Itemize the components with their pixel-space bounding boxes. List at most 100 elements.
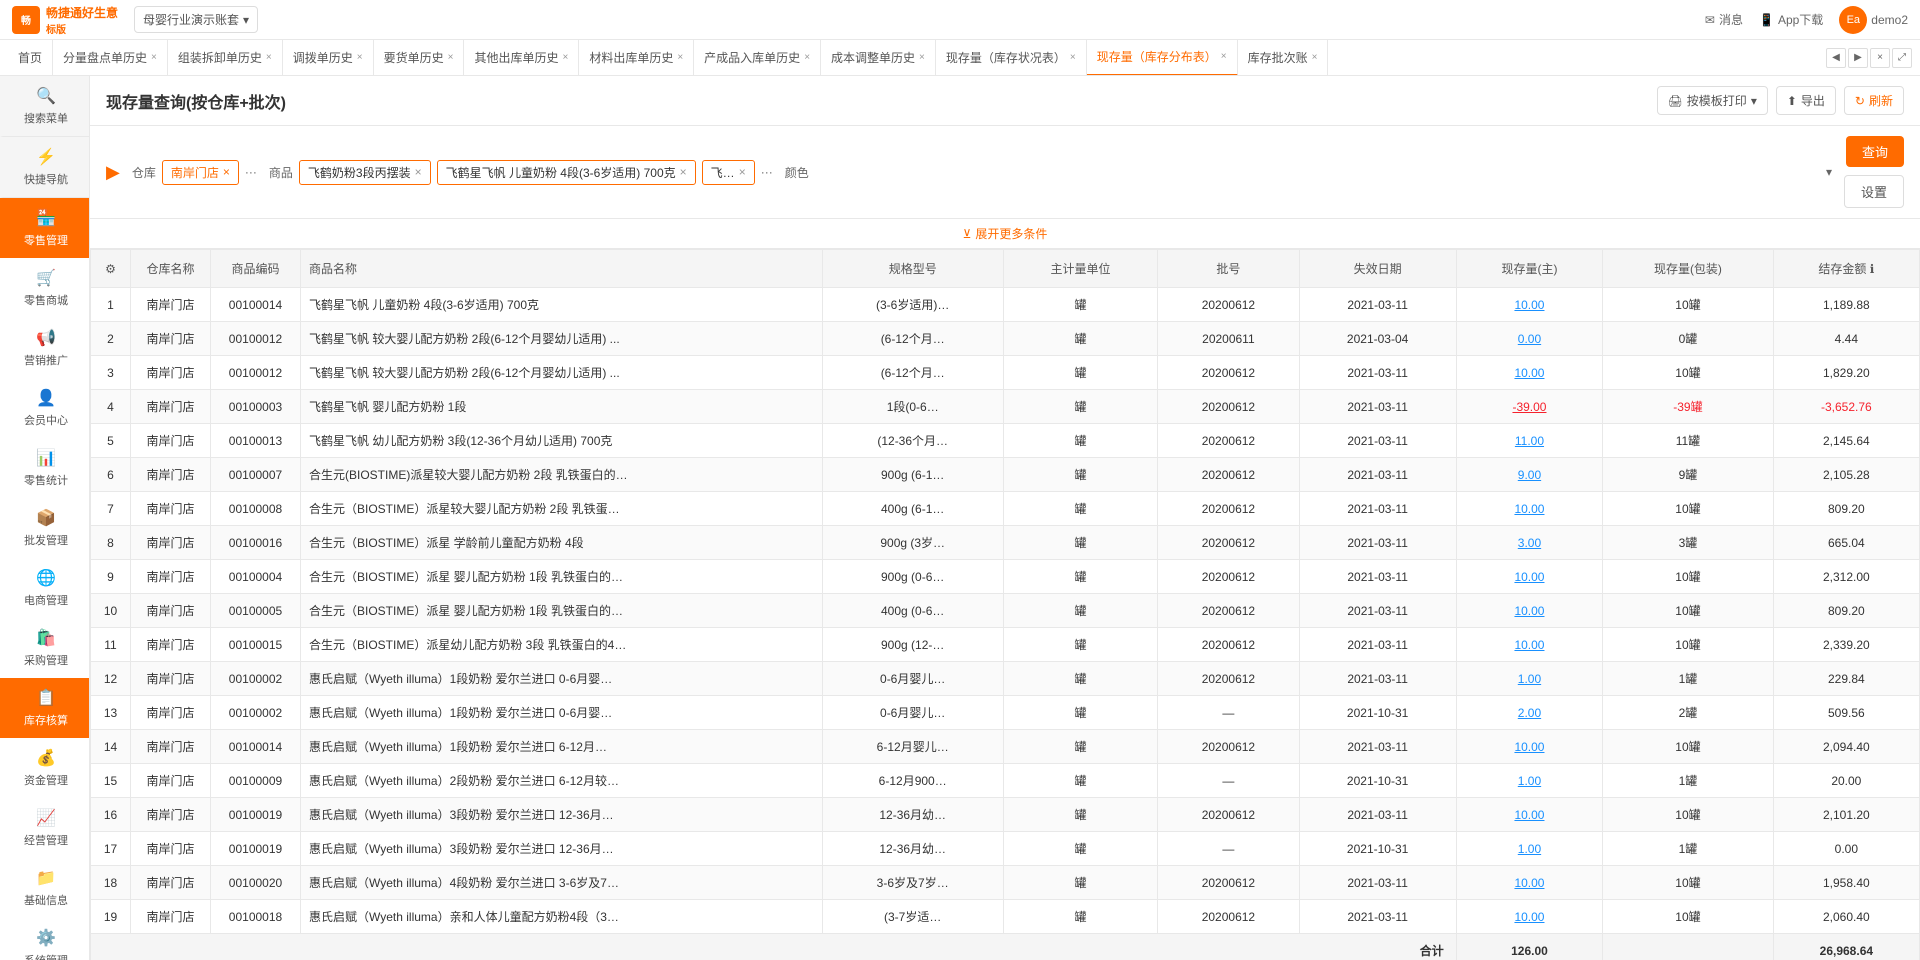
cell-batch: 20200611 — [1158, 322, 1299, 356]
cell-spec: (3-7岁适… — [822, 900, 1003, 934]
sidebar-item-retail-mall[interactable]: 🛒 零售商城 — [0, 258, 89, 318]
tab-partial-stock[interactable]: 分量盘点单历史 × — [53, 40, 168, 76]
sidebar-item-search[interactable]: 🔍 搜索菜单 — [0, 76, 89, 137]
cell-stock-main[interactable]: 10.00 — [1456, 798, 1602, 832]
cell-stock-main[interactable]: 10.00 — [1456, 730, 1602, 764]
tab-material-out[interactable]: 材料出库单历史 × — [579, 40, 694, 76]
tab-stock-dist[interactable]: 现存量（库存分布表） × — [1087, 40, 1238, 76]
sidebar-item-label: 基础信息 — [24, 892, 68, 908]
cell-stock-pkg: -39罐 — [1603, 390, 1774, 424]
ecommerce-icon: 🌐 — [36, 568, 56, 588]
tab-cost-adjust[interactable]: 成本调整单历史 × — [821, 40, 936, 76]
tab-fullscreen-btn[interactable]: ⤢ — [1892, 48, 1912, 68]
color-expand-icon[interactable]: ▾ — [1826, 165, 1832, 179]
sidebar-item-purchase[interactable]: 🛍️ 采购管理 — [0, 618, 89, 678]
tab-product-in[interactable]: 产成品入库单历史 × — [694, 40, 821, 76]
tab-other-out[interactable]: 其他出库单历史 × — [464, 40, 579, 76]
close-icon[interactable]: × — [562, 52, 568, 63]
col-header-settings[interactable]: ⚙ — [91, 250, 131, 288]
cell-stock-main[interactable]: 10.00 — [1456, 594, 1602, 628]
filter-expand-toggle[interactable]: ▶ — [106, 162, 120, 183]
close-icon[interactable]: × — [357, 52, 363, 63]
cell-warehouse: 南岸门店 — [131, 900, 211, 934]
template-print-btn[interactable]: 🖨 按模板打印 ▾ — [1657, 86, 1768, 115]
cell-batch: 20200612 — [1158, 628, 1299, 662]
sidebar-item-basic[interactable]: 📁 基础信息 — [0, 858, 89, 918]
cell-stock-main[interactable]: 1.00 — [1456, 662, 1602, 696]
cell-stock-main[interactable]: 10.00 — [1456, 288, 1602, 322]
tab-requisition[interactable]: 要货单历史 × — [374, 40, 465, 76]
tab-unpack[interactable]: 组装拆卸单历史 × — [168, 40, 283, 76]
cell-stock-main[interactable]: 10.00 — [1456, 866, 1602, 900]
cell-spec: 900g (3岁… — [822, 526, 1003, 560]
store-select[interactable]: 母婴行业演示账套 ▾ — [134, 6, 258, 33]
refresh-btn[interactable]: ↻ 刷新 — [1844, 86, 1904, 115]
cell-stock-main[interactable]: 9.00 — [1456, 458, 1602, 492]
user-area[interactable]: Ea demo2 — [1839, 6, 1908, 34]
tab-close-btn[interactable]: × — [1870, 48, 1890, 68]
expand-arrow-icon[interactable]: ▶ — [106, 162, 120, 183]
sidebar-item-finance[interactable]: 💰 资金管理 — [0, 738, 89, 798]
product-tag-extra[interactable]: 飞… × — [702, 160, 755, 185]
cell-unit: 罐 — [1003, 526, 1157, 560]
export-btn[interactable]: ⬆ 导出 — [1776, 86, 1836, 115]
tab-home[interactable]: 首页 — [8, 40, 53, 76]
sidebar-item-system[interactable]: ⚙️ 系统管理 — [0, 918, 89, 960]
sidebar-item-quicknav[interactable]: ⚡ 快捷导航 — [0, 137, 89, 198]
tab-adjust[interactable]: 调拨单历史 × — [283, 40, 374, 76]
close-icon[interactable]: × — [1070, 52, 1076, 63]
tab-next-btn[interactable]: ▶ — [1848, 48, 1868, 68]
cell-stock-main[interactable]: 2.00 — [1456, 696, 1602, 730]
sidebar-item-inventory[interactable]: 📋 库存核算 — [0, 678, 89, 738]
cell-warehouse: 南岸门店 — [131, 458, 211, 492]
expand-btn[interactable]: ⊻ 展开更多条件 — [963, 225, 1048, 242]
sidebar-item-ecommerce[interactable]: 🌐 电商管理 — [0, 558, 89, 618]
color-label: 颜色 — [785, 164, 809, 181]
cell-stock-main[interactable]: 10.00 — [1456, 900, 1602, 934]
warehouse-more-icon[interactable]: ··· — [245, 165, 257, 179]
cell-stock-main[interactable]: -39.00 — [1456, 390, 1602, 424]
tab-stock-status[interactable]: 现存量（库存状况表） × — [936, 40, 1087, 76]
close-icon[interactable]: × — [1312, 52, 1318, 63]
sidebar-item-retail-stats[interactable]: 📊 零售统计 — [0, 438, 89, 498]
sidebar-item-member[interactable]: 👤 会员中心 — [0, 378, 89, 438]
sidebar-item-wholesale[interactable]: 📦 批发管理 — [0, 498, 89, 558]
close-icon[interactable]: × — [448, 52, 454, 63]
cell-stock-main[interactable]: 10.00 — [1456, 356, 1602, 390]
sidebar-item-operation[interactable]: 📈 经营管理 — [0, 798, 89, 858]
app-download-btn[interactable]: 📱 App下载 — [1759, 11, 1823, 28]
cell-stock-pkg: 1罐 — [1603, 662, 1774, 696]
product-tag-0[interactable]: 飞鹤奶粉3段丙摆装 × — [299, 160, 431, 185]
product-remove-icon[interactable]: × — [415, 165, 422, 179]
product-tag-1[interactable]: 飞鹤星飞帆 儿童奶粉 4段(3-6岁适用) 700克 × — [437, 160, 696, 185]
close-icon[interactable]: × — [804, 52, 810, 63]
query-btn[interactable]: 查询 — [1846, 136, 1904, 167]
tab-prev-btn[interactable]: ◀ — [1826, 48, 1846, 68]
product-remove-icon[interactable]: × — [680, 165, 687, 179]
warehouse-tag[interactable]: 南岸门店 × — [162, 160, 239, 185]
product-extra-remove-icon[interactable]: × — [739, 165, 746, 179]
cell-stock-main[interactable]: 0.00 — [1456, 322, 1602, 356]
cell-stock-main[interactable]: 3.00 — [1456, 526, 1602, 560]
cell-warehouse: 南岸门店 — [131, 594, 211, 628]
close-icon[interactable]: × — [151, 52, 157, 63]
cell-stock-main[interactable]: 10.00 — [1456, 628, 1602, 662]
cell-stock-main[interactable]: 1.00 — [1456, 832, 1602, 866]
tab-batch[interactable]: 库存批次账 × — [1238, 40, 1329, 76]
close-icon[interactable]: × — [919, 52, 925, 63]
warehouse-remove-icon[interactable]: × — [223, 165, 230, 179]
cell-stock-main[interactable]: 10.00 — [1456, 560, 1602, 594]
close-icon[interactable]: × — [1221, 51, 1227, 62]
cell-stock-main[interactable]: 10.00 — [1456, 492, 1602, 526]
sidebar-item-marketing[interactable]: 📢 营销推广 — [0, 318, 89, 378]
close-icon[interactable]: × — [266, 52, 272, 63]
setting-btn[interactable]: 设置 — [1844, 175, 1904, 208]
close-icon[interactable]: × — [677, 52, 683, 63]
sidebar-item-retail[interactable]: 🏪 零售管理 — [0, 198, 89, 258]
cell-no: 6 — [91, 458, 131, 492]
cell-stock-main[interactable]: 11.00 — [1456, 424, 1602, 458]
product-more-icon[interactable]: ··· — [761, 165, 773, 179]
message-btn[interactable]: ✉ 消息 — [1705, 11, 1743, 28]
cell-stock-main[interactable]: 1.00 — [1456, 764, 1602, 798]
cell-warehouse: 南岸门店 — [131, 866, 211, 900]
